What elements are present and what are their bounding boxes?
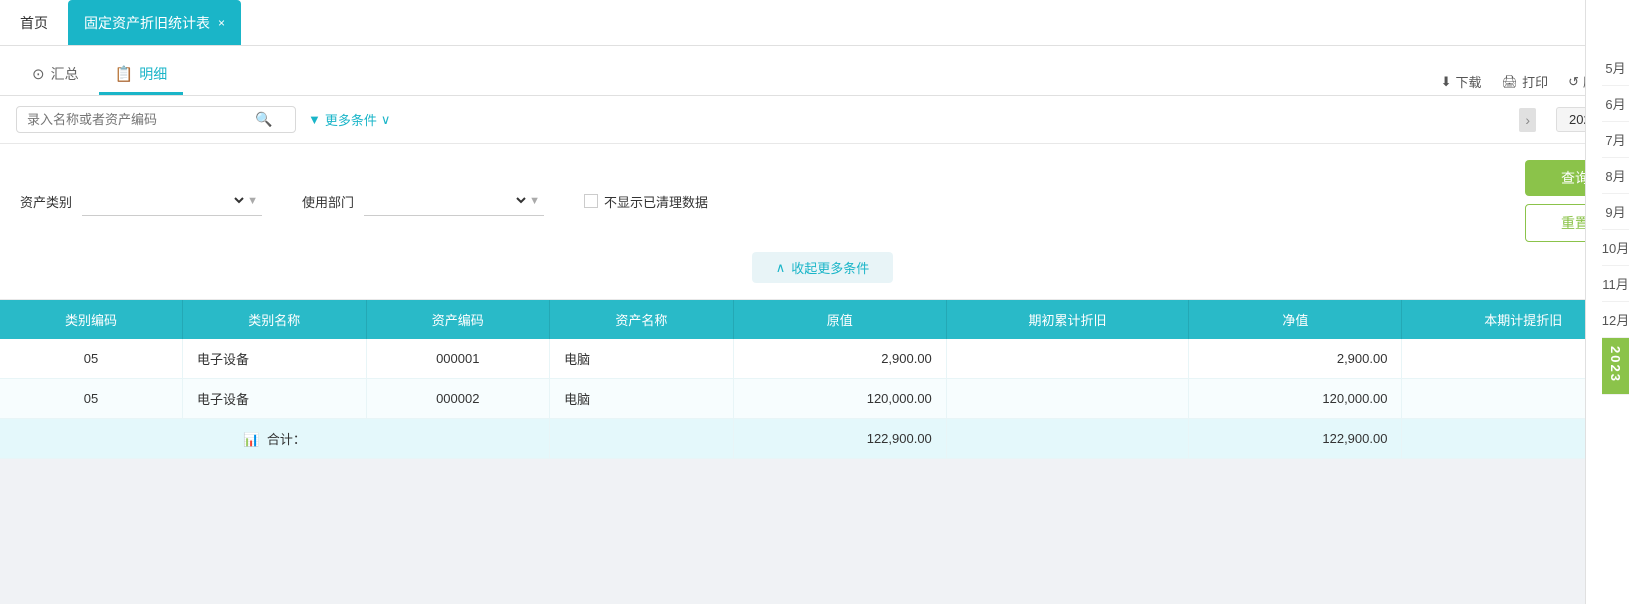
cell-cat-code: 05 xyxy=(0,339,182,379)
asset-category-select[interactable] xyxy=(86,188,247,213)
col-header-asset-name: 资产名称 xyxy=(550,300,734,339)
total-accum-dep xyxy=(946,419,1188,459)
month-item[interactable]: 7月 xyxy=(1602,122,1629,158)
download-icon: ⬇ xyxy=(1441,74,1452,90)
cell-asset-code: 000002 xyxy=(366,379,550,419)
hide-cleared-label: 不显示已清理数据 xyxy=(604,192,708,211)
tab-detail[interactable]: 📋 明细 xyxy=(99,56,184,95)
department-label: 使用部门 xyxy=(302,192,354,211)
department-select[interactable] xyxy=(368,188,529,213)
col-header-cat-name: 类别名称 xyxy=(182,300,366,339)
table-row[interactable]: 05 电子设备 000001 电脑 2,900.00 2,900.00 xyxy=(0,339,1645,379)
download-label: 下载 xyxy=(1456,72,1482,91)
month-item[interactable]: 10月 xyxy=(1602,230,1629,266)
detail-icon: 📋 xyxy=(115,65,134,83)
print-label: 打印 xyxy=(1522,72,1548,91)
cell-net-value: 120,000.00 xyxy=(1189,379,1402,419)
cell-net-value: 2,900.00 xyxy=(1189,339,1402,379)
table-row[interactable]: 05 电子设备 000002 电脑 120,000.00 120,000.00 xyxy=(0,379,1645,419)
search-input-wrap: 🔍 xyxy=(16,106,296,133)
print-icon: 🖨 xyxy=(1502,74,1519,90)
hide-cleared-filter: 不显示已清理数据 xyxy=(584,192,708,211)
download-button[interactable]: ⬇ 下载 xyxy=(1441,72,1482,91)
data-table-wrap: 类别编码 类别名称 资产编码 资产名称 原值 期初累计折旧 净值 本期计提折旧 … xyxy=(0,300,1645,459)
asset-category-chevron-icon: ▼ xyxy=(247,195,258,207)
year-label: 2023 xyxy=(1608,346,1623,383)
col-header-accum-dep: 期初累计折旧 xyxy=(946,300,1188,339)
asset-category-label: 资产类别 xyxy=(20,192,72,211)
more-filter-button[interactable]: ▼ 更多条件 ∨ xyxy=(308,110,390,129)
nav-active-tab[interactable]: 固定资产折旧统计表 × xyxy=(68,0,241,45)
nav-tab-label: 固定资产折旧统计表 xyxy=(84,13,210,33)
filter-row: 资产类别 ▼ 使用部门 ▼ 不显示已清理数据 查询 重置 xyxy=(20,160,1625,242)
cell-cat-name: 电子设备 xyxy=(182,339,366,379)
asset-category-filter: 资产类别 ▼ xyxy=(20,186,262,216)
search-icon[interactable]: 🔍 xyxy=(255,111,272,128)
table-total-row: 📊 合计： 122,900.00 122,900.00 xyxy=(0,419,1645,459)
filter-panel: 资产类别 ▼ 使用部门 ▼ 不显示已清理数据 查询 重置 xyxy=(0,144,1645,300)
cell-accum-dep xyxy=(946,339,1188,379)
right-panel: 5月6月7月8月9月10月11月12月 2023 xyxy=(1585,0,1645,604)
col-header-net-value: 净值 xyxy=(1189,300,1402,339)
cell-asset-name: 电脑 xyxy=(550,379,734,419)
collapse-icon: ∧ xyxy=(776,260,786,276)
month-item[interactable]: 12月 xyxy=(1602,302,1629,338)
month-item[interactable]: 8月 xyxy=(1602,158,1629,194)
total-label-cell: 📊 合计： xyxy=(0,419,550,459)
cell-asset-name: 电脑 xyxy=(550,339,734,379)
collapse-button[interactable]: ∧ 收起更多条件 xyxy=(752,252,894,283)
month-item[interactable]: 9月 xyxy=(1602,194,1629,230)
cell-original-value: 2,900.00 xyxy=(733,339,946,379)
cell-accum-dep xyxy=(946,379,1188,419)
cell-original-value: 120,000.00 xyxy=(733,379,946,419)
refresh-icon: ↺ xyxy=(1568,74,1579,90)
total-net-value: 122,900.00 xyxy=(1189,419,1402,459)
total-original-value: 122,900.00 xyxy=(733,419,946,459)
tab-summary[interactable]: ⊙ 汇总 xyxy=(16,56,95,95)
table-header-row: 类别编码 类别名称 资产编码 资产名称 原值 期初累计折旧 净值 本期计提折旧 xyxy=(0,300,1645,339)
hide-cleared-checkbox[interactable] xyxy=(584,194,598,208)
total-empty xyxy=(550,419,734,459)
asset-category-select-wrap: ▼ xyxy=(82,186,262,216)
sub-tabs-bar: ⊙ 汇总 📋 明细 ⬇ 下载 🖨 打印 ↺ 刷新 xyxy=(0,46,1645,96)
cell-cat-name: 电子设备 xyxy=(182,379,366,419)
nav-home[interactable]: 首页 xyxy=(0,0,68,45)
col-header-original-value: 原值 xyxy=(733,300,946,339)
department-chevron-icon: ▼ xyxy=(529,195,540,207)
department-filter: 使用部门 ▼ xyxy=(302,186,544,216)
nav-tab-close-icon[interactable]: × xyxy=(218,16,225,30)
filter-icon: ▼ xyxy=(308,112,321,127)
search-input[interactable] xyxy=(27,112,247,127)
tab-summary-label: 汇总 xyxy=(51,64,79,84)
month-item[interactable]: 11月 xyxy=(1602,266,1629,302)
chevron-down-icon: ∨ xyxy=(381,112,391,128)
total-icon: 📊 xyxy=(243,432,259,447)
year-badge[interactable]: 2023 xyxy=(1602,338,1629,395)
summary-icon: ⊙ xyxy=(32,65,45,83)
month-item[interactable]: 5月 xyxy=(1602,50,1629,86)
scroll-right-button[interactable]: › xyxy=(1519,108,1536,132)
more-filter-label: 更多条件 xyxy=(325,110,377,129)
search-bar: 🔍 ▼ 更多条件 ∨ › 2023.01 xyxy=(0,96,1645,144)
data-table: 类别编码 类别名称 资产编码 资产名称 原值 期初累计折旧 净值 本期计提折旧 … xyxy=(0,300,1645,459)
cell-asset-code: 000001 xyxy=(366,339,550,379)
collapse-label: 收起更多条件 xyxy=(791,258,869,277)
col-header-cat-code: 类别编码 xyxy=(0,300,182,339)
col-header-asset-code: 资产编码 xyxy=(366,300,550,339)
tab-detail-label: 明细 xyxy=(139,64,167,84)
month-item[interactable]: 6月 xyxy=(1602,86,1629,122)
print-button[interactable]: 🖨 打印 xyxy=(1502,72,1549,91)
collapse-row: ∧ 收起更多条件 xyxy=(20,242,1625,289)
top-nav: 首页 固定资产折旧统计表 × × xyxy=(0,0,1645,46)
department-select-wrap: ▼ xyxy=(364,186,544,216)
cell-cat-code: 05 xyxy=(0,379,182,419)
